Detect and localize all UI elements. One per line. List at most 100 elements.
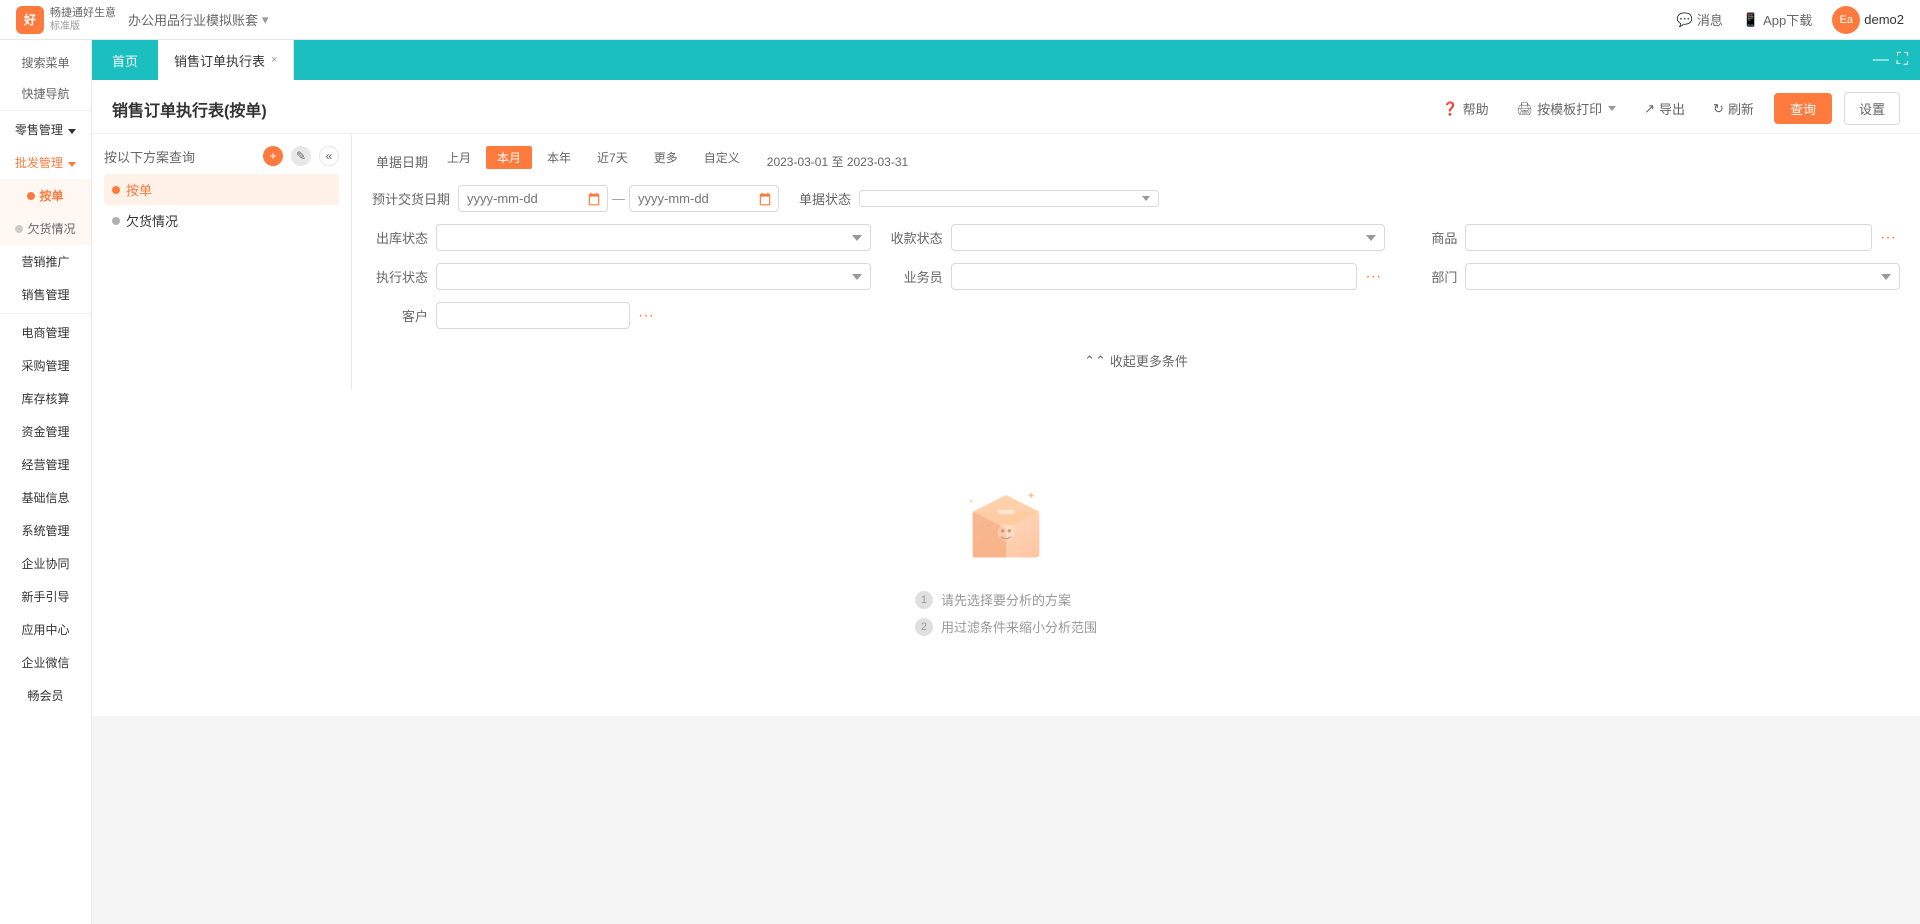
collapse-icon: ⌃⌃: [1084, 353, 1106, 369]
delivery-status-label: 出库状态: [372, 228, 428, 247]
message-button[interactable]: 💬 消息: [1677, 10, 1723, 29]
sidebar-item-newbie[interactable]: 新手引导: [0, 580, 91, 613]
dept-field: 部门: [1401, 263, 1900, 290]
tab-sales-exec[interactable]: 销售订单执行表 ×: [158, 40, 294, 80]
customer-more-button[interactable]: ···: [634, 303, 658, 329]
date-tag-row: 上月 本月 本年 近7天 更多 自定义: [436, 146, 751, 169]
dept-select[interactable]: [1465, 263, 1900, 290]
tab-actions: — ⛶: [1861, 51, 1920, 69]
salesperson-field: 业务员 ···: [887, 263, 1386, 290]
sidebar-divider-2: [0, 313, 91, 314]
main-layout: 搜索菜单 快捷导航 零售管理 批发管理 按单 欠货情况 营销推广 销售管理 电商…: [0, 40, 1920, 924]
filter-row-1: 单据日期 上月 本月 本年 近7天 更多 自定义: [372, 146, 1900, 177]
tab-close-button[interactable]: ×: [271, 54, 277, 66]
delivery-status-select[interactable]: [436, 224, 871, 251]
empty-state-icon: ✦ ✦: [956, 470, 1056, 570]
goods-field: 商品 ···: [1401, 224, 1900, 251]
sidebar-item-finance[interactable]: 资金管理: [0, 415, 91, 448]
sidebar-item-purchase[interactable]: 采购管理: [0, 349, 91, 382]
nav-dot-icon: [112, 186, 120, 194]
print-dropdown-icon: [1608, 106, 1616, 111]
export-button[interactable]: ↗ 导出: [1636, 95, 1693, 122]
receipt-status-select[interactable]: [951, 224, 1386, 251]
top-bar: 好 畅捷通好生意 标准版 办公用品行业模拟账套 ▾ 💬 消息 📱 App下载: [0, 0, 1920, 40]
status-dropdown[interactable]: [859, 190, 1159, 207]
filter-row-3: 执行状态 业务员 ···: [372, 263, 1900, 290]
help-button[interactable]: ❓ 帮助: [1434, 95, 1496, 122]
filter-panel: 按以下方案查询 + ✎ « 按单: [92, 134, 1920, 390]
date-range-text: 2023-03-01 至 2023-03-31: [767, 153, 908, 170]
date-tag-lastmonth[interactable]: 上月: [436, 146, 482, 169]
sidebar-item-corp[interactable]: 企业协同: [0, 547, 91, 580]
customer-input-area: ···: [436, 302, 636, 329]
app-download-button[interactable]: 📱 App下载: [1743, 10, 1812, 29]
expected-date-end-input[interactable]: [629, 185, 779, 212]
sidebar-item-retail[interactable]: 零售管理: [0, 113, 91, 146]
sidebar-sub-item-debt[interactable]: 欠货情况: [0, 212, 91, 245]
query-button[interactable]: 查询: [1774, 93, 1832, 124]
sidebar-quick[interactable]: 快捷导航: [0, 81, 91, 108]
goods-more-button[interactable]: ···: [1876, 225, 1900, 251]
salesperson-more-button[interactable]: ···: [1361, 264, 1385, 290]
filter-date-range-field: 2023-03-01 至 2023-03-31: [767, 153, 908, 170]
refresh-icon: ↻: [1713, 101, 1724, 117]
sidebar-item-appstore[interactable]: 应用中心: [0, 613, 91, 646]
salesperson-input-area: ···: [951, 263, 1386, 290]
search-menu-label[interactable]: 搜索菜单: [8, 50, 83, 75]
collapse-scheme-button[interactable]: «: [319, 146, 339, 166]
sidebar-search[interactable]: 搜索菜单: [0, 40, 91, 81]
empty-state: ✦ ✦ 1 请先选择要分析的方案: [92, 390, 1920, 716]
tab-minimize-button[interactable]: —: [1873, 51, 1889, 69]
app-icon: 📱: [1743, 12, 1759, 28]
refresh-button[interactable]: ↻ 刷新: [1705, 95, 1762, 122]
customer-input[interactable]: [436, 302, 630, 329]
date-tag-custom[interactable]: 自定义: [693, 146, 751, 169]
date-tag-more[interactable]: 更多: [643, 146, 689, 169]
edit-scheme-button[interactable]: ✎: [291, 146, 311, 166]
logo-area: 好 畅捷通好生意 标准版: [16, 6, 116, 34]
goods-input[interactable]: [1465, 224, 1872, 251]
exec-status-label: 执行状态: [372, 267, 428, 286]
sidebar-item-sales[interactable]: 销售管理: [0, 278, 91, 311]
print-button[interactable]: 🖨 按模板打印: [1509, 95, 1625, 122]
sidebar-item-basic[interactable]: 基础信息: [0, 481, 91, 514]
collapse-button[interactable]: ⌃⌃ 收起更多条件: [1072, 347, 1200, 374]
filter-nav-orders[interactable]: 按单: [104, 174, 339, 205]
quick-nav-label[interactable]: 快捷导航: [8, 85, 83, 102]
page-header: 销售订单执行表(按单) ❓ 帮助 🖨 按模板打印: [92, 80, 1920, 134]
filter-row-2: 出库状态 收款状态: [372, 224, 1900, 251]
breadcrumb-arrow-icon[interactable]: ▾: [262, 12, 269, 28]
sidebar-item-operation[interactable]: 经营管理: [0, 448, 91, 481]
status-dropdown-icon: [1142, 196, 1150, 201]
salesperson-input[interactable]: [951, 263, 1358, 290]
date-tag-thismonth[interactable]: 本月: [486, 146, 532, 169]
receipt-status-label: 收款状态: [887, 228, 943, 247]
filter-right: 单据日期 上月 本月 本年 近7天 更多 自定义: [352, 134, 1920, 390]
sidebar-item-inventory[interactable]: 库存核算: [0, 382, 91, 415]
tab-home[interactable]: 首页: [92, 40, 158, 80]
collapse-row: ⌃⌃ 收起更多条件: [372, 341, 1900, 378]
sidebar-item-marketing[interactable]: 营销推广: [0, 245, 91, 278]
sidebar-item-wholesale[interactable]: 批发管理: [0, 146, 91, 179]
filter-nav-debt[interactable]: 欠货情况: [104, 205, 339, 236]
add-scheme-button[interactable]: +: [263, 146, 283, 166]
page-header-actions: ❓ 帮助 🖨 按模板打印 ↗ 导出: [1434, 92, 1900, 125]
top-bar-right: 💬 消息 📱 App下载 Ea demo2: [1677, 6, 1904, 34]
user-menu[interactable]: Ea demo2: [1832, 6, 1904, 34]
date-tag-7days[interactable]: 近7天: [586, 146, 639, 169]
date-sep: —: [612, 191, 625, 206]
date-tag-thisyear[interactable]: 本年: [536, 146, 582, 169]
tab-bar: 首页 销售订单执行表 × — ⛶: [92, 40, 1920, 80]
tab-maximize-button[interactable]: ⛶: [1897, 51, 1908, 69]
settings-button[interactable]: 设置: [1844, 92, 1900, 125]
expected-date-start-input[interactable]: [458, 185, 608, 212]
sidebar-item-member[interactable]: 畅会员: [0, 679, 91, 712]
sidebar-item-ecom[interactable]: 电商管理: [0, 316, 91, 349]
export-icon: ↗: [1644, 101, 1655, 117]
svg-text:✦: ✦: [969, 497, 975, 505]
status-field: 单据状态: [795, 189, 1900, 208]
exec-status-select[interactable]: [436, 263, 871, 290]
sidebar-item-wechat[interactable]: 企业微信: [0, 646, 91, 679]
sidebar-sub-item-orders[interactable]: 按单: [0, 179, 91, 212]
sidebar-item-system[interactable]: 系统管理: [0, 514, 91, 547]
